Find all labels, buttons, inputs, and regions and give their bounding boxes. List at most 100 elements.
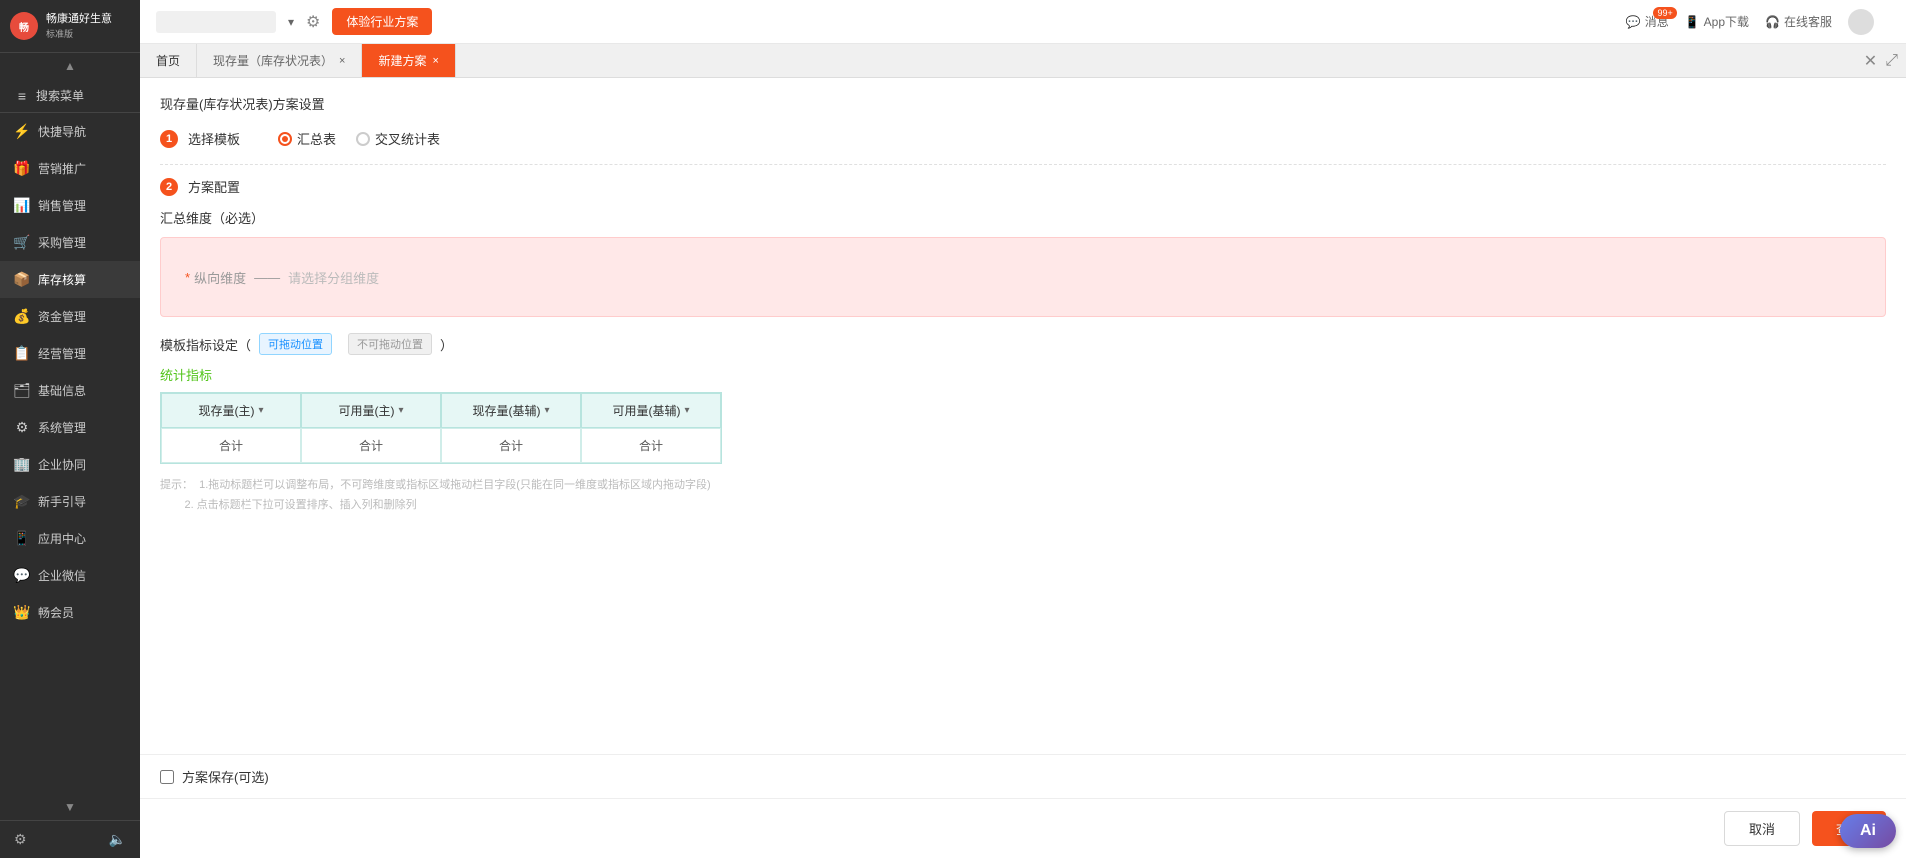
sidebar-item-corp[interactable]: 🏢 企业协同	[0, 446, 140, 483]
sidebar-item-basic[interactable]: 🗂 基础信息	[0, 372, 140, 409]
step2-row: 2 方案配置 汇总维度（必选） * 纵向维度 —— 请选择分组维度	[160, 177, 1886, 512]
stats-row1-col3: 合计	[441, 428, 581, 463]
wechat-icon: 💬	[14, 568, 30, 584]
tip2: 2. 点击标题栏下拉可设置排序、插入列和删除列	[160, 496, 1886, 512]
service-label: 在线客服	[1784, 13, 1832, 30]
tab-expand-button[interactable]: ⤢	[1885, 52, 1898, 70]
tab-home[interactable]: 首页	[140, 44, 197, 77]
marketing-icon: 🎁	[14, 161, 30, 177]
app-download-icon: 📱	[1685, 15, 1700, 29]
newbie-icon: 🎓	[14, 494, 30, 510]
stats-col-4-dropdown-icon[interactable]: ▾	[684, 405, 689, 416]
message-button[interactable]: 💬 消息 99+	[1626, 13, 1669, 30]
dropdown-icon: ▾	[288, 15, 294, 29]
sidebar-item-appstore[interactable]: 📱 应用中心	[0, 520, 140, 557]
sidebar-item-system[interactable]: ⚙ 系统管理	[0, 409, 140, 446]
sidebar-logo: 畅 畅康通好生意 标准版	[0, 0, 140, 53]
quicknav-icon: ⚡	[14, 124, 30, 140]
sidebar-wechat-label: 企业微信	[38, 567, 86, 584]
stats-col-3-header[interactable]: 现存量(基辅) ▾	[441, 393, 581, 428]
config-section: 汇总维度（必选） * 纵向维度 —— 请选择分组维度 模板指标设定（ 可拖动位置	[160, 208, 1886, 512]
stats-row1-col2: 合计	[301, 428, 441, 463]
sidebar-item-inventory[interactable]: 📦 库存核算	[0, 261, 140, 298]
divider1	[160, 164, 1886, 165]
topbar-dropdown-button[interactable]: ▾	[288, 15, 294, 29]
indicator-label-text: 模板指标设定（	[160, 335, 251, 354]
trial-button[interactable]: 体验行业方案	[332, 8, 432, 35]
stats-title: 统计指标	[160, 365, 1886, 384]
app-logo-icon: 畅	[10, 12, 38, 40]
tips-section: 提示： 1.拖动标题栏可以调整布局，不可跨维度或指标区域拖动栏目字段(只能在同一…	[160, 476, 1886, 512]
sidebar-system-label: 系统管理	[38, 419, 86, 436]
dim-placeholder: 请选择分组维度	[288, 268, 379, 287]
stats-col-1-dropdown-icon[interactable]: ▾	[258, 405, 263, 416]
sidebar: 畅 畅康通好生意 标准版 ▲ ≡ 搜索菜单 ⚡ 快捷导航 🎁 营销推广 📊 销售…	[0, 0, 140, 858]
tab-inventory-label: 现存量（库存状况表）	[213, 52, 333, 69]
topbar-gear-icon[interactable]: ⚙	[306, 12, 320, 32]
step2-header: 2 方案配置	[160, 177, 1886, 196]
ai-float-button[interactable]: Ai	[1840, 814, 1896, 848]
sidebar-item-marketing[interactable]: 🎁 营销推广	[0, 150, 140, 187]
step1-options: 汇总表 交叉统计表	[278, 129, 440, 148]
audio-icon[interactable]: 🔈	[109, 831, 126, 848]
stats-col-2-dropdown-icon[interactable]: ▾	[398, 405, 403, 416]
stats-col-2-header[interactable]: 可用量(主) ▾	[301, 393, 441, 428]
sidebar-item-purchase[interactable]: 🛒 采购管理	[0, 224, 140, 261]
save-checkbox[interactable]	[160, 770, 174, 784]
sidebar-item-operation[interactable]: 📋 经营管理	[0, 335, 140, 372]
settings-icon[interactable]: ⚙	[14, 831, 27, 848]
stats-col-3-dropdown-icon[interactable]: ▾	[544, 405, 549, 416]
vertical-dim-box[interactable]: * 纵向维度 —— 请选择分组维度	[160, 237, 1886, 317]
app-name: 畅康通好生意	[46, 12, 112, 26]
stats-col-3-label: 现存量(基辅)	[472, 402, 540, 419]
sidebar-item-finance[interactable]: 💰 资金管理	[0, 298, 140, 335]
inventory-icon: 📦	[14, 272, 30, 288]
corp-icon: 🏢	[14, 457, 30, 473]
vertical-dim-label: 纵向维度	[194, 268, 246, 287]
stats-section: 统计指标 现存量(主) ▾ 可用量(主) ▾	[160, 365, 1886, 464]
sidebar-finance-label: 资金管理	[38, 308, 86, 325]
tab-new-scheme[interactable]: 新建方案 ×	[362, 44, 455, 77]
sidebar-item-member[interactable]: 👑 畅会员	[0, 594, 140, 631]
tab-inventory-status[interactable]: 现存量（库存状况表） ×	[197, 44, 362, 77]
sidebar-sales-label: 销售管理	[38, 197, 86, 214]
app-download-button[interactable]: 📱 App下载	[1685, 13, 1749, 30]
sidebar-search-label: 搜索菜单	[36, 87, 84, 104]
app-download-label: App下载	[1704, 13, 1749, 30]
radio-cross[interactable]: 交叉统计表	[356, 129, 440, 148]
stats-header-row: 现存量(主) ▾ 可用量(主) ▾ 现存量(基辅) ▾	[161, 393, 721, 428]
sidebar-purchase-label: 采购管理	[38, 234, 86, 251]
stats-col-4-header[interactable]: 可用量(基辅) ▾	[581, 393, 721, 428]
step2-title: 方案配置	[188, 177, 240, 196]
page-content-area: 现存量(库存状况表)方案设置 1 选择模板 汇总表 交叉统计表	[140, 78, 1906, 858]
topbar-search-input[interactable]	[156, 11, 276, 33]
service-button[interactable]: 🎧 在线客服	[1765, 13, 1832, 30]
finance-icon: 💰	[14, 309, 30, 325]
sidebar-item-wechat[interactable]: 💬 企业微信	[0, 557, 140, 594]
page-title: 现存量(库存状况表)方案设置	[160, 94, 1886, 113]
sidebar-appstore-label: 应用中心	[38, 530, 86, 547]
sidebar-item-search[interactable]: ≡ 搜索菜单	[0, 79, 140, 113]
stats-col-1-header[interactable]: 现存量(主) ▾	[161, 393, 301, 428]
sidebar-scroll-down[interactable]: ▼	[0, 794, 140, 820]
message-badge: 99+	[1653, 7, 1676, 19]
sidebar-item-sales[interactable]: 📊 销售管理	[0, 187, 140, 224]
radio-summary[interactable]: 汇总表	[278, 129, 336, 148]
sidebar-footer: ⚙ 🔈	[0, 820, 140, 858]
tab-close-button[interactable]: ✕	[1864, 51, 1877, 71]
cancel-button[interactable]: 取消	[1724, 811, 1800, 846]
sidebar-item-quicknav[interactable]: ⚡ 快捷导航	[0, 113, 140, 150]
sidebar-item-newbie[interactable]: 🎓 新手引导	[0, 483, 140, 520]
sidebar-scroll-up[interactable]: ▲	[0, 53, 140, 79]
non-draggable-badge: 不可拖动位置	[348, 333, 432, 355]
dim-dash: ——	[254, 270, 280, 285]
user-avatar	[1848, 9, 1874, 35]
sidebar-inventory-label: 库存核算	[38, 271, 86, 288]
indicator-settings-label: 模板指标设定（ 可拖动位置 不可拖动位置 ）	[160, 333, 1886, 355]
stats-table: 现存量(主) ▾ 可用量(主) ▾ 现存量(基辅) ▾	[160, 392, 722, 464]
member-icon: 👑	[14, 605, 30, 621]
sidebar-quicknav-label: 快捷导航	[38, 123, 86, 140]
tab-new-scheme-close-icon[interactable]: ×	[432, 55, 438, 67]
tab-inventory-close-icon[interactable]: ×	[339, 55, 345, 67]
purchase-icon: 🛒	[14, 235, 30, 251]
